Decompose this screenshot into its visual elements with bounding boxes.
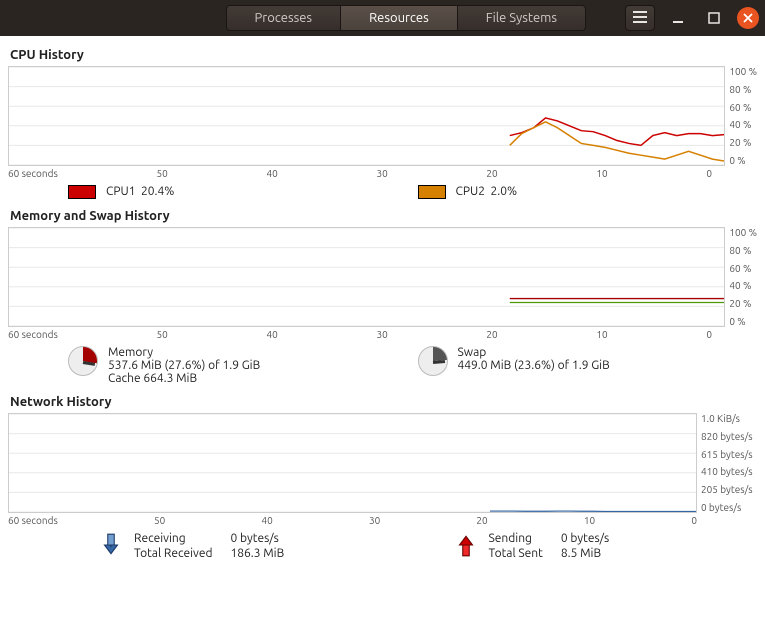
memory-pie-icon: [68, 346, 98, 376]
memory-chart: [8, 227, 725, 327]
network-tx-legend[interactable]: Sending 0 bytes/s Total Sent 8.5 MiB: [403, 532, 758, 560]
cpu-chart: [8, 66, 725, 166]
close-icon: [743, 13, 753, 23]
titlebar: Processes Resources File Systems: [0, 0, 765, 36]
maximize-icon: [708, 12, 720, 24]
swap-label: Swap: [458, 346, 610, 359]
network-history-title: Network History: [10, 395, 757, 409]
net-tx-label: Sending: [489, 532, 543, 545]
maximize-button[interactable]: [701, 5, 727, 31]
memory-history-title: Memory and Swap History: [10, 209, 757, 223]
memory-used: 537.6 MiB (27.6%) of 1.9 GiB: [108, 359, 260, 372]
cpu-history-title: CPU History: [10, 48, 757, 62]
cpu2-legend[interactable]: CPU2 2.0%: [408, 185, 758, 199]
cpu1-value: 20.4%: [141, 185, 174, 198]
net-rx-total-label: Total Received: [134, 547, 212, 560]
cpu-y-axis: 100 %80 %60 %40 %20 %0 %: [725, 66, 757, 166]
network-chart: [8, 413, 697, 513]
cpu1-legend[interactable]: CPU1 20.4%: [8, 185, 408, 199]
cpu1-label: CPU1: [106, 185, 136, 198]
upload-arrow-icon: [453, 532, 479, 558]
memory-y-axis: 100 %80 %60 %40 %20 %0 %: [725, 227, 757, 327]
network-y-axis: 1.0 KiB/s820 bytes/s615 bytes/s410 bytes…: [697, 413, 757, 513]
cpu2-value: 2.0%: [491, 185, 518, 198]
tab-file-systems[interactable]: File Systems: [458, 6, 585, 30]
minimize-icon: [671, 11, 685, 25]
net-tx-rate: 0 bytes/s: [561, 532, 609, 545]
tab-processes[interactable]: Processes: [227, 6, 342, 30]
minimize-button[interactable]: [665, 5, 691, 31]
net-rx-rate: 0 bytes/s: [230, 532, 284, 545]
network-x-axis: 60 seconds50403020100: [8, 515, 757, 526]
cpu-x-axis: 60 seconds50403020100: [8, 168, 757, 179]
swap-pie-icon: [418, 346, 448, 376]
memory-label: Memory: [108, 346, 260, 359]
memory-legend[interactable]: Memory 537.6 MiB (27.6%) of 1.9 GiB Cach…: [8, 346, 408, 385]
net-rx-total: 186.3 MiB: [230, 547, 284, 560]
net-tx-total: 8.5 MiB: [561, 547, 609, 560]
network-rx-legend[interactable]: Receiving 0 bytes/s Total Received 186.3…: [8, 532, 403, 560]
cpu1-swatch: [68, 185, 96, 199]
swap-used: 449.0 MiB (23.6%) of 1.9 GiB: [458, 359, 610, 372]
net-rx-label: Receiving: [134, 532, 212, 545]
cpu2-swatch: [418, 185, 446, 199]
cpu2-label: CPU2: [456, 185, 486, 198]
memory-cache: Cache 664.3 MiB: [108, 372, 260, 385]
memory-x-axis: 60 seconds50403020100: [8, 329, 757, 340]
tab-resources[interactable]: Resources: [341, 6, 458, 30]
view-switcher: Processes Resources File Systems: [226, 5, 586, 31]
download-arrow-icon: [98, 532, 124, 558]
hamburger-icon: [633, 11, 647, 26]
close-button[interactable]: [737, 7, 759, 29]
hamburger-menu-button[interactable]: [625, 5, 655, 31]
net-tx-total-label: Total Sent: [489, 547, 543, 560]
swap-legend[interactable]: Swap 449.0 MiB (23.6%) of 1.9 GiB: [408, 346, 758, 385]
